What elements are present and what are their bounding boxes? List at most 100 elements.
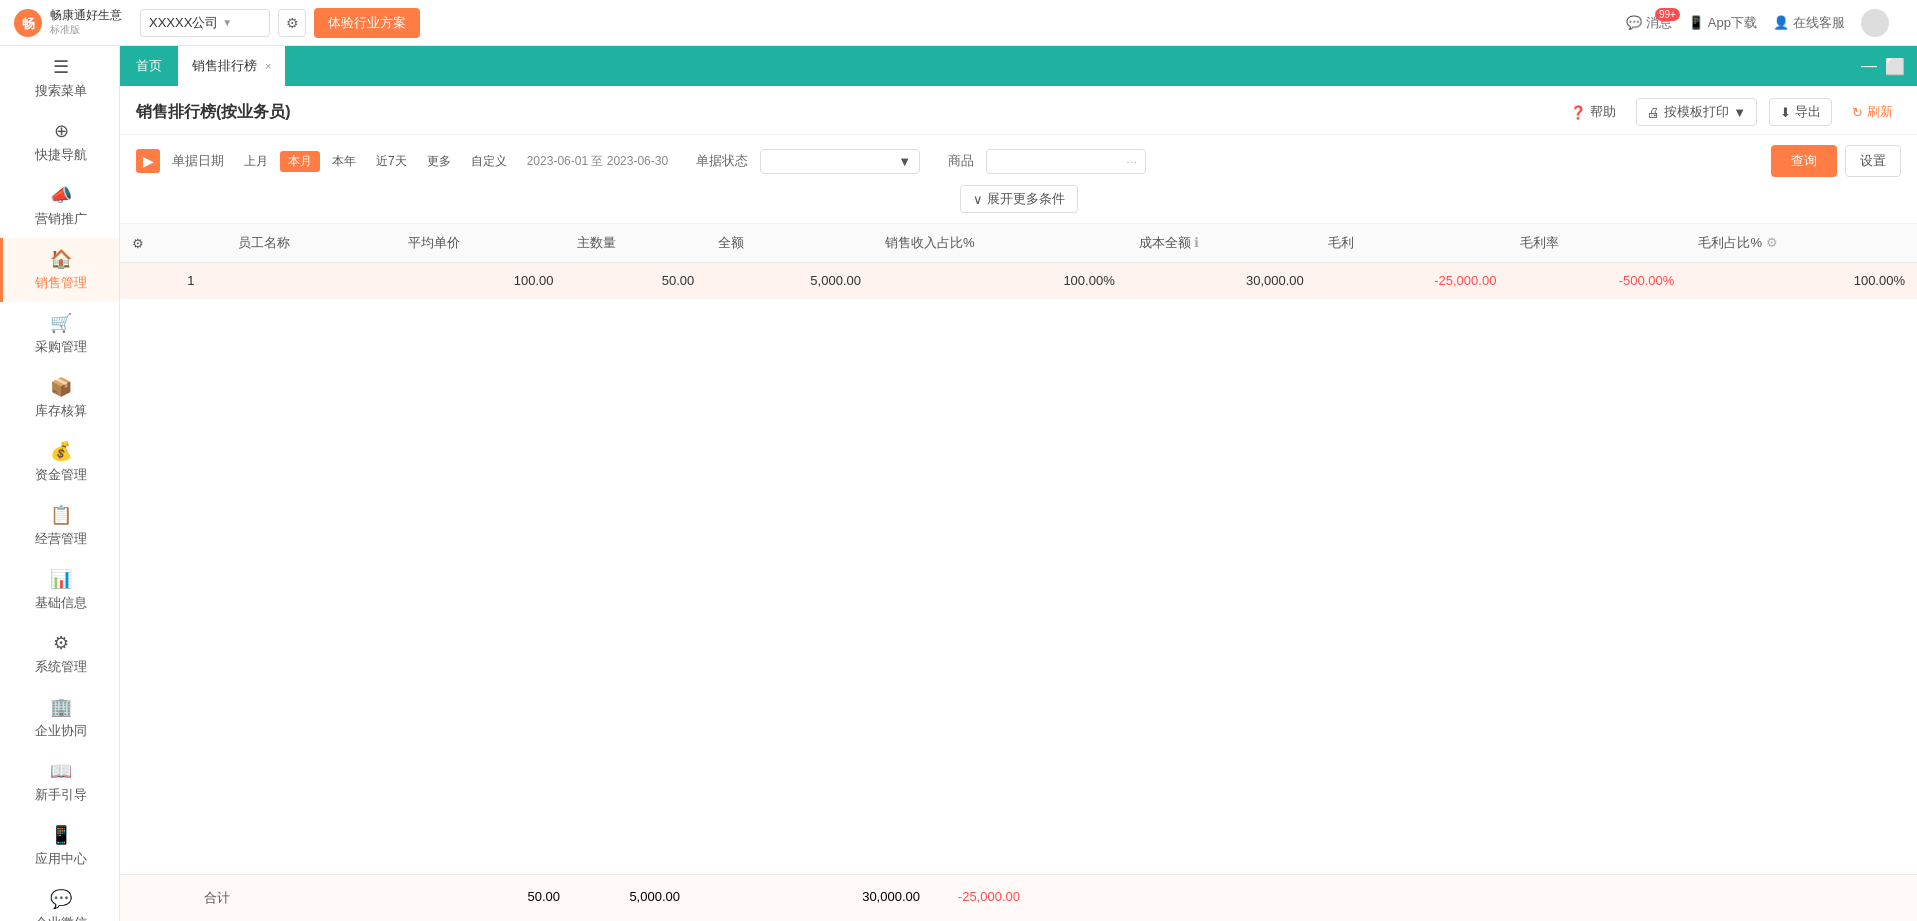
company-name: XXXXX公司 (149, 14, 218, 32)
refresh-button[interactable]: ↻ 刷新 (1844, 99, 1901, 125)
sidebar-item-sales[interactable]: 🏠 销售管理 (0, 238, 119, 302)
sidebar-item-finance[interactable]: 💰 资金管理 (0, 430, 119, 494)
logo-icon: 畅 (12, 7, 44, 39)
date-tab-7days[interactable]: 近7天 (368, 151, 415, 172)
sidebar-item-basicinfo[interactable]: 📊 基础信息 (0, 558, 119, 622)
sidebar-label-marketing: 营销推广 (35, 210, 87, 228)
data-table: ⚙ 员工名称 平均单价 主数量 全额 销售收入占比% 成本全额 ℹ 毛利 毛利率… (120, 224, 1917, 299)
help-button[interactable]: ❓ 帮助 (1562, 99, 1624, 125)
filter-expand-row: ∨ 展开更多条件 (136, 185, 1901, 213)
sidebar-item-quicknav[interactable]: ⊕ 快捷导航 (0, 110, 119, 174)
svg-text:畅: 畅 (22, 16, 35, 31)
expand-conditions-button[interactable]: ∨ 展开更多条件 (960, 185, 1078, 213)
filter-row-1: ▶ 单据日期 上月 本月 本年 近7天 更多 自定义 2023-06-01 至 … (136, 145, 1901, 177)
footer-settings-cell (120, 883, 156, 913)
sidebar-item-wechat[interactable]: 💬 企业微信 (0, 878, 119, 921)
search-menu-icon: ☰ (53, 56, 69, 78)
tab-close-icon[interactable]: × (265, 60, 271, 72)
app-download-button[interactable]: 📱 App下载 (1688, 14, 1757, 32)
td-quantity: 50.00 (565, 263, 706, 299)
query-button[interactable]: 查询 (1771, 145, 1837, 177)
tab-bar: 首页 销售排行榜 × — ⬜ (120, 46, 1917, 86)
help-label: 帮助 (1590, 103, 1616, 121)
footer-gross-rate (1032, 883, 1152, 913)
inventory-icon: 📦 (50, 376, 72, 398)
table-row: 1 100.00 50.00 5,000.00 100.00% 30,000.0… (120, 263, 1917, 299)
goods-input[interactable]: ··· (986, 149, 1146, 174)
export-button[interactable]: ⬇ 导出 (1769, 98, 1832, 126)
th-cost: 成本全额 ℹ (1127, 224, 1316, 263)
column-settings-icon[interactable]: ⚙ (132, 236, 144, 251)
sidebar-label-enterprise: 企业协同 (35, 722, 87, 740)
sidebar-label-purchase: 采购管理 (35, 338, 87, 356)
sidebar-item-system[interactable]: ⚙ 系统管理 (0, 622, 119, 686)
sidebar-label-inventory: 库存核算 (35, 402, 87, 420)
tab-home[interactable]: 首页 (120, 46, 178, 86)
footer-gross-ratio (1152, 883, 1272, 913)
marketing-icon: 📣 (50, 184, 72, 206)
footer-quantity: 50.00 (472, 883, 572, 913)
online-service-button[interactable]: 👤 在线客服 (1773, 14, 1845, 32)
sidebar-item-appstore[interactable]: 📱 应用中心 (0, 814, 119, 878)
th-settings[interactable]: ⚙ (120, 224, 156, 263)
table-header-row: ⚙ 员工名称 平均单价 主数量 全额 销售收入占比% 成本全额 ℹ 毛利 毛利率… (120, 224, 1917, 263)
app-label: App下载 (1708, 14, 1757, 32)
sidebar-item-inventory[interactable]: 📦 库存核算 (0, 366, 119, 430)
set-button[interactable]: 设置 (1845, 145, 1901, 177)
service-icon: 👤 (1773, 15, 1789, 30)
cost-info-icon[interactable]: ℹ (1194, 235, 1199, 250)
sidebar-item-operations[interactable]: 📋 经营管理 (0, 494, 119, 558)
filter-bar: ▶ 单据日期 上月 本月 本年 近7天 更多 自定义 2023-06-01 至 … (120, 135, 1917, 224)
footer-avg-price (372, 883, 472, 913)
footer-gross: -25,000.00 (932, 883, 1032, 913)
th-rank (156, 224, 226, 263)
page-inner: 销售排行榜(按业务员) ❓ 帮助 🖨 按模板打印 ▼ ⬇ 导出 (120, 86, 1917, 921)
date-tab-more[interactable]: 更多 (419, 151, 459, 172)
tab-sales-ranking[interactable]: 销售排行榜 × (178, 46, 285, 86)
enterprise-icon: 🏢 (50, 696, 72, 718)
message-icon: 💬 (1626, 15, 1642, 30)
status-label: 单据状态 (696, 152, 748, 170)
date-tab-current-year[interactable]: 本年 (324, 151, 364, 172)
refresh-label: 刷新 (1867, 103, 1893, 121)
tab-maximize-icon[interactable]: ⬜ (1885, 57, 1905, 76)
table-footer: 合计 50.00 5,000.00 30,000.00 -25,000.00 (120, 874, 1917, 921)
td-gross-rate: -500.00% (1508, 263, 1686, 299)
sidebar-item-enterprise[interactable]: 🏢 企业协同 (0, 686, 119, 750)
basicinfo-icon: 📊 (50, 568, 72, 590)
sidebar-label-system: 系统管理 (35, 658, 87, 676)
footer-sales-ratio (692, 883, 812, 913)
page-header: 销售排行榜(按业务员) ❓ 帮助 🖨 按模板打印 ▼ ⬇ 导出 (120, 86, 1917, 135)
th-employee: 员工名称 (226, 224, 396, 263)
date-tab-custom[interactable]: 自定义 (463, 151, 515, 172)
filter-expand-icon[interactable]: ▶ (136, 149, 160, 173)
main-layout: ☰ 搜索菜单 ⊕ 快捷导航 📣 营销推广 🏠 销售管理 🛒 采购管理 📦 库存核… (0, 46, 1917, 921)
gross-ratio-info-icon[interactable]: ⚙ (1766, 235, 1778, 250)
message-button[interactable]: 💬 消息 99+ (1626, 14, 1672, 32)
footer-amount: 5,000.00 (572, 883, 692, 913)
sidebar: ☰ 搜索菜单 ⊕ 快捷导航 📣 营销推广 🏠 销售管理 🛒 采购管理 📦 库存核… (0, 46, 120, 921)
avatar[interactable] (1861, 9, 1889, 37)
print-chevron-icon: ▼ (1733, 105, 1746, 120)
company-selector[interactable]: XXXXX公司 ▼ (140, 9, 270, 37)
status-select[interactable]: ▼ (760, 149, 920, 174)
date-tab-current-month[interactable]: 本月 (280, 151, 320, 172)
trial-button[interactable]: 体验行业方案 (314, 8, 420, 38)
settings-button[interactable]: ⚙ (278, 9, 306, 37)
guide-icon: 📖 (50, 760, 72, 782)
footer-cost: 30,000.00 (812, 883, 932, 913)
sidebar-item-search[interactable]: ☰ 搜索菜单 (0, 46, 119, 110)
tab-minimize-icon[interactable]: — (1861, 57, 1877, 75)
date-tab-last-month[interactable]: 上月 (236, 151, 276, 172)
status-chevron-icon: ▼ (898, 154, 911, 169)
export-label: 导出 (1795, 103, 1821, 121)
sidebar-item-purchase[interactable]: 🛒 采购管理 (0, 302, 119, 366)
print-button[interactable]: 🖨 按模板打印 ▼ (1636, 98, 1757, 126)
date-label: 单据日期 (172, 152, 224, 170)
finance-icon: 💰 (50, 440, 72, 462)
sidebar-item-guide[interactable]: 📖 新手引导 (0, 750, 119, 814)
quick-nav-icon: ⊕ (54, 120, 69, 142)
sidebar-item-marketing[interactable]: 📣 营销推广 (0, 174, 119, 238)
expand-down-icon: ∨ (973, 192, 983, 207)
td-rank: 1 (156, 263, 226, 299)
